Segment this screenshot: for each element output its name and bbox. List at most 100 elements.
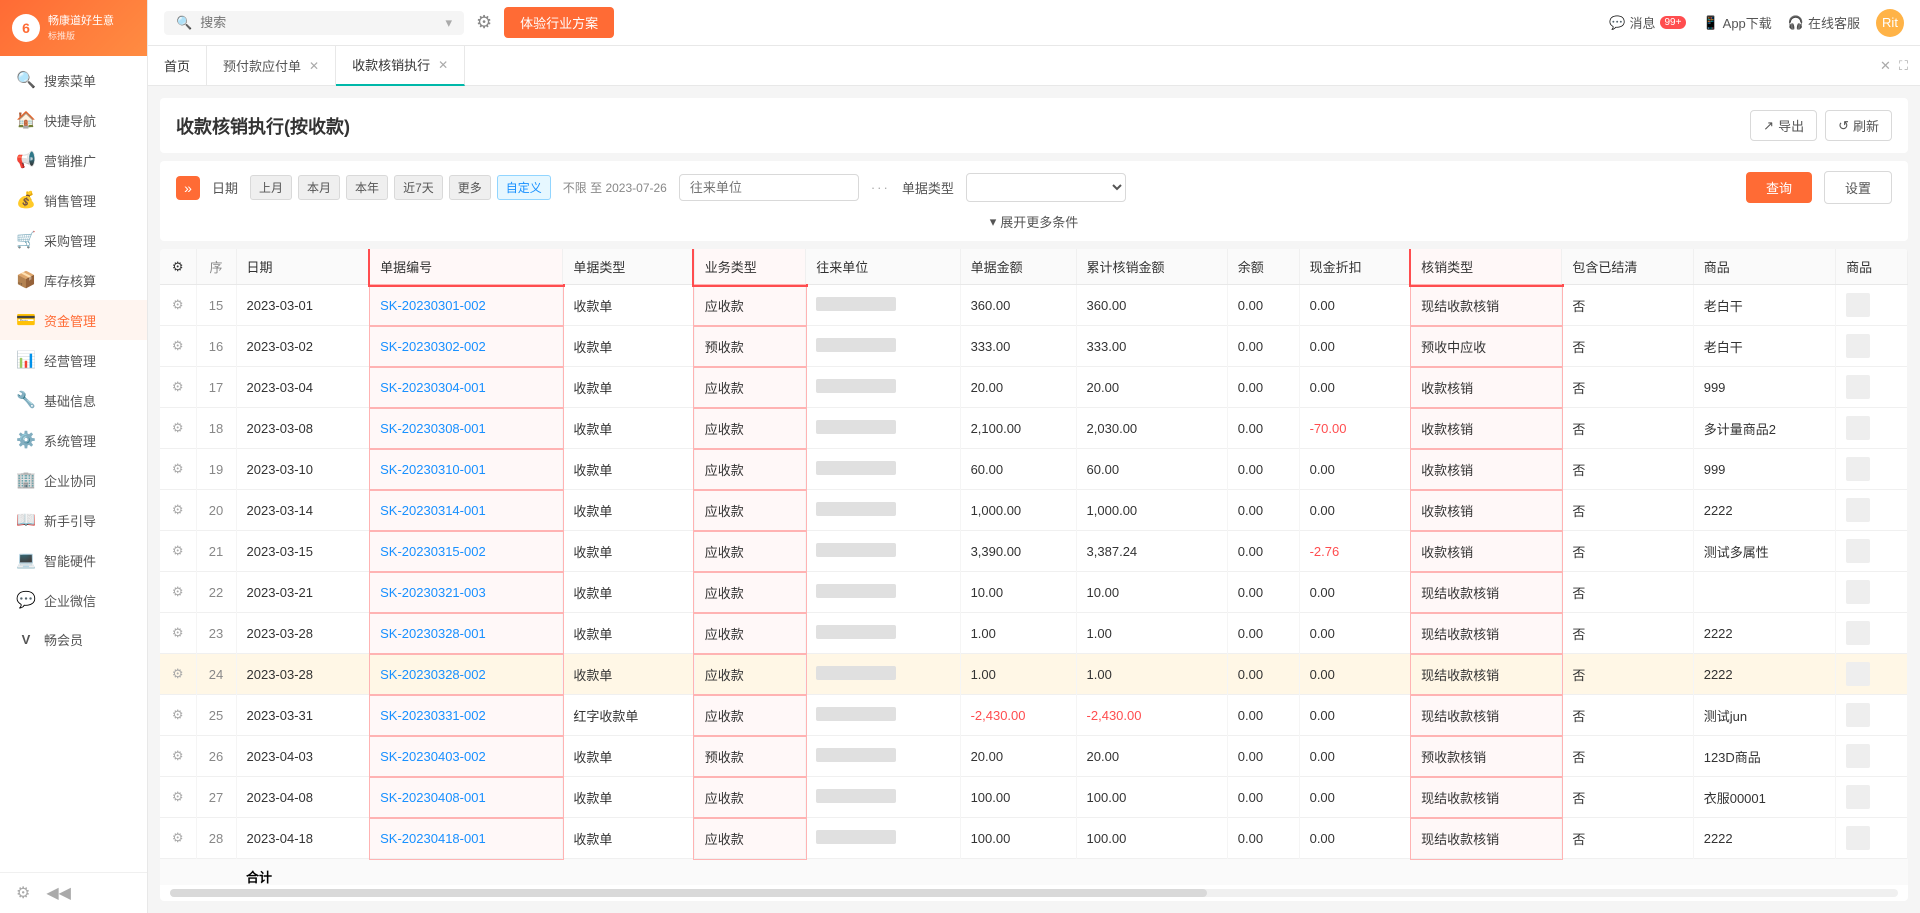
company-icon: 🏢 <box>16 470 36 490</box>
tab-collection[interactable]: 收款核销执行 ✕ <box>336 46 465 86</box>
collapse-icon[interactable]: ◀◀ <box>46 883 71 903</box>
app-download-btn[interactable]: 📱 App下载 <box>1702 13 1771 32</box>
doc-no-link[interactable]: SK-20230403-002 <box>380 749 486 764</box>
messages-btn[interactable]: 💬 消息 99+ <box>1609 13 1686 32</box>
sidebar-item-wechat[interactable]: 💬 企业微信 <box>0 580 147 620</box>
sidebar-item-basic[interactable]: 🔧 基础信息 <box>0 380 147 420</box>
sidebar-item-quick-nav[interactable]: 🏠 快捷导航 <box>0 100 147 140</box>
row-gear[interactable]: ⚙ <box>160 367 196 408</box>
refresh-button[interactable]: ↺ 刷新 <box>1825 110 1892 141</box>
row-no: 27 <box>196 777 236 818</box>
filter-more[interactable]: 更多 <box>449 175 491 200</box>
sidebar-label-quick: 快捷导航 <box>44 111 96 130</box>
tab-home[interactable]: 首页 <box>148 46 207 86</box>
sidebar-logo: 6 畅康道好生意 标推版 <box>0 0 147 56</box>
solution-button[interactable]: 体验行业方案 <box>504 7 614 38</box>
row-gear[interactable]: ⚙ <box>160 613 196 654</box>
sidebar-label-guide: 新手引导 <box>44 511 96 530</box>
doc-no-link[interactable]: SK-20230331-002 <box>380 708 486 723</box>
row-amount: 1.00 <box>960 654 1076 695</box>
online-service-btn[interactable]: 🎧 在线客服 <box>1788 13 1860 32</box>
settings-button[interactable]: 设置 <box>1824 171 1892 204</box>
query-button[interactable]: 查询 <box>1746 172 1812 203</box>
doc-no-link[interactable]: SK-20230321-003 <box>380 585 486 600</box>
filter-expand-button[interactable]: » <box>176 176 200 200</box>
doc-no-link[interactable]: SK-20230301-002 <box>380 298 486 313</box>
doc-type-select[interactable] <box>966 173 1126 202</box>
doc-no-link[interactable]: SK-20230304-001 <box>380 380 486 395</box>
row-gear[interactable]: ⚙ <box>160 736 196 777</box>
doc-no-link[interactable]: SK-20230418-001 <box>380 831 486 846</box>
filter-this-year[interactable]: 本年 <box>346 175 388 200</box>
col-amount: 单据金额 <box>960 249 1076 285</box>
row-gear[interactable]: ⚙ <box>160 695 196 736</box>
row-gear[interactable]: ⚙ <box>160 818 196 859</box>
row-gear[interactable]: ⚙ <box>160 531 196 572</box>
sidebar-item-search[interactable]: 🔍 搜索菜单 <box>0 60 147 100</box>
gear-icon[interactable]: ⚙ <box>476 12 492 33</box>
doc-no-link[interactable]: SK-20230408-001 <box>380 790 486 805</box>
settings-footer-icon[interactable]: ⚙ <box>16 883 30 903</box>
row-cash-discount: -70.00 <box>1299 408 1411 449</box>
table-wrapper[interactable]: ⚙ 序 日期 单据编号 单据类型 业务类型 往来单位 单据金额 累计核销金额 余… <box>160 249 1908 885</box>
row-gear[interactable]: ⚙ <box>160 777 196 818</box>
row-gear[interactable]: ⚙ <box>160 449 196 490</box>
row-product: 测试jun <box>1693 695 1835 736</box>
row-balance: 0.00 <box>1227 326 1299 367</box>
row-product-img <box>1836 326 1908 367</box>
tab-expand-icon[interactable]: ⛶ <box>1899 58 1908 74</box>
purchase-icon: 🛒 <box>16 230 36 250</box>
sidebar-item-finance[interactable]: 💳 资金管理 <box>0 300 147 340</box>
row-partner <box>806 531 960 572</box>
sidebar-item-inventory[interactable]: 📦 库存核算 <box>0 260 147 300</box>
row-doc-type: 收款单 <box>563 818 694 859</box>
search-input[interactable] <box>200 15 437 30</box>
sidebar-item-sales[interactable]: 💰 销售管理 <box>0 180 147 220</box>
sidebar-item-system[interactable]: ⚙️ 系统管理 <box>0 420 147 460</box>
export-button[interactable]: ↗ 导出 <box>1750 110 1817 141</box>
row-gear[interactable]: ⚙ <box>160 490 196 531</box>
partner-input[interactable] <box>679 174 859 201</box>
row-cancel-type: 收款核销 <box>1411 490 1562 531</box>
row-cancel-type: 现结收款核销 <box>1411 572 1562 613</box>
sidebar-item-marketing[interactable]: 📢 营销推广 <box>0 140 147 180</box>
sidebar-item-member[interactable]: V 畅会员 <box>0 620 147 659</box>
filter-last-month[interactable]: 上月 <box>250 175 292 200</box>
table-row: ⚙ 17 2023-03-04 SK-20230304-001 收款单 应收款 … <box>160 367 1908 408</box>
doc-no-link[interactable]: SK-20230314-001 <box>380 503 486 518</box>
horizontal-scrollbar[interactable] <box>170 889 1898 897</box>
user-avatar[interactable]: Rit <box>1876 9 1904 37</box>
row-gear[interactable]: ⚙ <box>160 408 196 449</box>
row-gear[interactable]: ⚙ <box>160 572 196 613</box>
doc-no-link[interactable]: SK-20230328-001 <box>380 626 486 641</box>
filter-this-month[interactable]: 本月 <box>298 175 340 200</box>
search-breadcrumb[interactable]: 🔍 ▾ <box>164 11 464 35</box>
row-doc-type: 收款单 <box>563 408 694 449</box>
doc-no-link[interactable]: SK-20230328-002 <box>380 667 486 682</box>
doc-no-link[interactable]: SK-20230302-002 <box>380 339 486 354</box>
row-gear[interactable]: ⚙ <box>160 654 196 695</box>
sidebar-item-hardware[interactable]: 💻 智能硬件 <box>0 540 147 580</box>
tab-prepay-close[interactable]: ✕ <box>309 59 319 73</box>
tab-close-icon[interactable]: ✕ <box>1880 58 1891 74</box>
tab-prepay[interactable]: 预付款应付单 ✕ <box>207 46 336 86</box>
doc-no-link[interactable]: SK-20230315-002 <box>380 544 486 559</box>
sidebar-footer: ⚙ ◀◀ <box>0 872 147 913</box>
sidebar-item-company[interactable]: 🏢 企业协同 <box>0 460 147 500</box>
expand-more-btn[interactable]: ▾ 展开更多条件 <box>990 212 1079 231</box>
tab-collection-close[interactable]: ✕ <box>438 58 448 72</box>
sidebar-item-purchase[interactable]: 🛒 采购管理 <box>0 220 147 260</box>
table-row: ⚙ 20 2023-03-14 SK-20230314-001 收款单 应收款 … <box>160 490 1908 531</box>
doc-no-link[interactable]: SK-20230308-001 <box>380 421 486 436</box>
filter-7days[interactable]: 近7天 <box>394 175 443 200</box>
doc-no-link[interactable]: SK-20230310-001 <box>380 462 486 477</box>
row-gear[interactable]: ⚙ <box>160 326 196 367</box>
inventory-icon: 📦 <box>16 270 36 290</box>
col-gear[interactable]: ⚙ <box>160 249 196 285</box>
row-gear[interactable]: ⚙ <box>160 285 196 326</box>
table-row: ⚙ 21 2023-03-15 SK-20230315-002 收款单 应收款 … <box>160 531 1908 572</box>
filter-custom[interactable]: 自定义 <box>497 175 551 200</box>
sidebar-item-operation[interactable]: 📊 经营管理 <box>0 340 147 380</box>
sales-icon: 💰 <box>16 190 36 210</box>
sidebar-item-guide[interactable]: 📖 新手引导 <box>0 500 147 540</box>
